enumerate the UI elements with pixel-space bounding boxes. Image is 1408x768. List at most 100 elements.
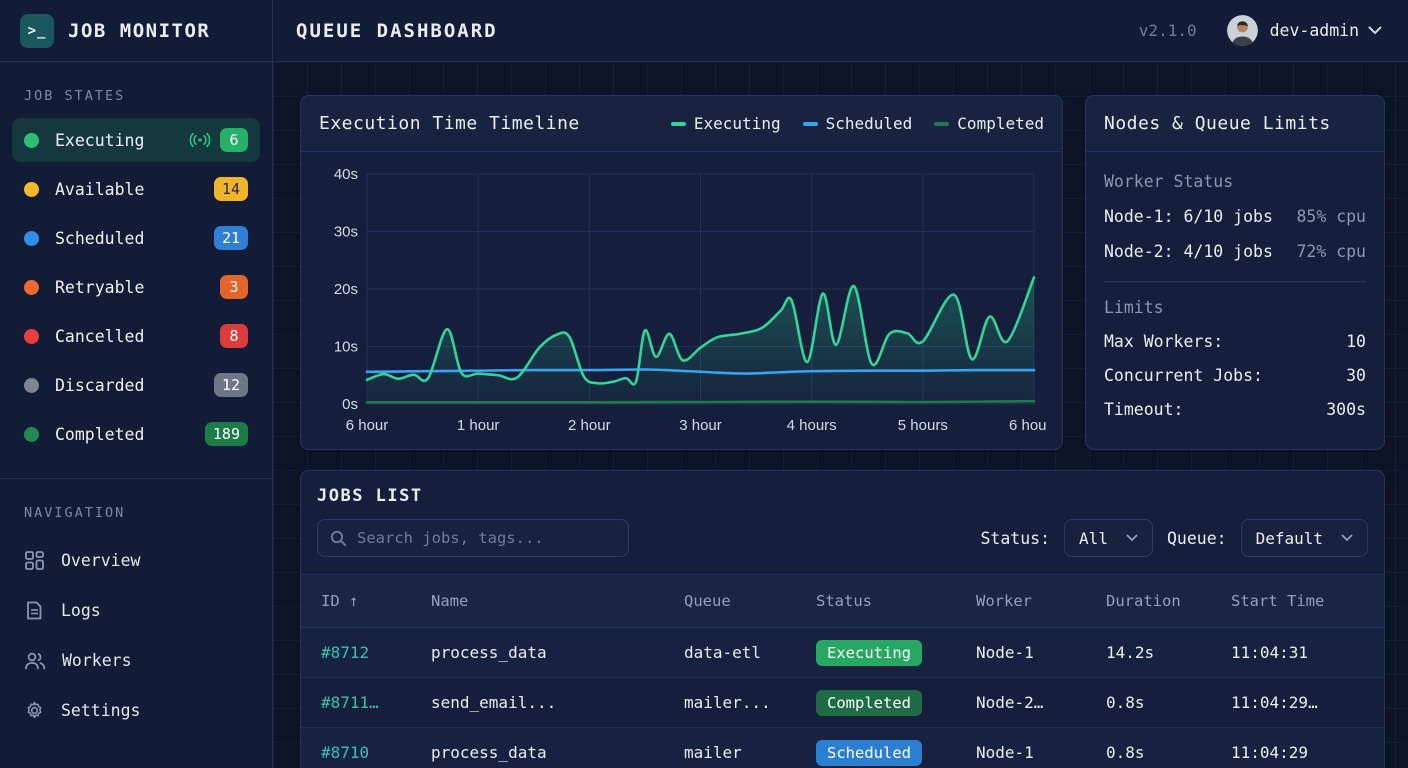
job-start-time: 11:04:31 — [1231, 643, 1309, 662]
sidebar-divider — [0, 478, 272, 479]
node-name: Node-2: — [1104, 242, 1174, 261]
job-queue: mailer... — [684, 693, 771, 712]
node-row-1: Node-1: 6/10 jobs 85% cpu — [1104, 207, 1366, 226]
column-header-name[interactable]: Name — [411, 592, 664, 610]
svg-text:1 hour: 1 hour — [457, 417, 500, 434]
status-dot — [24, 377, 39, 393]
svg-text:30s: 30s — [334, 224, 358, 241]
count-badge: 3 — [220, 275, 248, 299]
jobs-table-header: ID ↑ Name Queue Status Worker Duration S… — [301, 574, 1384, 628]
column-header-worker[interactable]: Worker — [956, 592, 1086, 610]
document-icon — [27, 601, 42, 619]
column-header-status[interactable]: Status — [796, 592, 956, 610]
live-broadcast-icon — [189, 133, 211, 147]
job-queue: data-etl — [684, 643, 762, 662]
job-id-link[interactable]: #8712 — [301, 643, 411, 662]
job-name: send_email... — [431, 693, 557, 712]
sidebar-item-overview[interactable]: Overview — [12, 535, 260, 585]
column-header-queue[interactable]: Queue — [664, 592, 796, 610]
sidebar-item-retryable[interactable]: Retryable 3 — [12, 265, 260, 309]
svg-text:6 hour: 6 hour — [346, 417, 389, 434]
svg-text:6 hours: 6 hours — [1009, 417, 1046, 434]
limit-row-max-workers: Max Workers: 10 — [1104, 332, 1366, 351]
job-name: process_data — [431, 643, 547, 662]
limit-row-timeout: Timeout: 300s — [1104, 400, 1366, 419]
status-dot — [24, 230, 39, 246]
sidebar: JOB STATES Executing 6 Available 14 Sche… — [0, 62, 273, 768]
limits-header: Limits — [1104, 298, 1164, 317]
count-badge: 14 — [213, 177, 248, 201]
table-row[interactable]: #8710 process_data mailer Scheduled Node… — [301, 728, 1384, 768]
limit-label: Timeout: — [1104, 400, 1184, 419]
status-dot — [24, 426, 39, 442]
status-dot — [24, 328, 39, 344]
state-label: Executing — [55, 130, 145, 150]
svg-text:20s: 20s — [334, 281, 358, 298]
table-row[interactable]: #8711… send_email... mailer... Completed… — [301, 678, 1384, 728]
svg-text:2 hour: 2 hour — [568, 417, 611, 434]
legend-item-completed: Completed — [934, 114, 1044, 133]
sidebar-item-completed[interactable]: Completed 189 — [12, 412, 260, 456]
queue-filter-select[interactable]: Default — [1240, 519, 1368, 557]
table-row[interactable]: #8712 process_data data-etl Executing No… — [301, 628, 1384, 678]
app-title: JOB MONITOR — [68, 19, 211, 42]
user-menu-label[interactable]: dev-admin — [1270, 21, 1359, 40]
avatar-image — [1226, 15, 1258, 46]
job-worker: Node-1 — [976, 643, 1034, 662]
terminal-logo-icon: >_ — [20, 13, 54, 48]
sidebar-item-available[interactable]: Available 14 — [12, 167, 260, 211]
nav-label: Settings — [61, 700, 141, 720]
state-label: Cancelled — [55, 326, 145, 346]
avatar[interactable] — [1226, 15, 1258, 46]
legend-label: Executing — [693, 114, 781, 133]
legend-label: Scheduled — [825, 114, 913, 133]
column-header-duration[interactable]: Duration — [1086, 592, 1211, 610]
state-label: Retryable — [55, 277, 145, 297]
chevron-down-icon[interactable] — [1368, 26, 1382, 35]
legend-swatch — [802, 121, 818, 126]
svg-text:4 hours: 4 hours — [787, 417, 837, 434]
nav-label: Workers — [62, 650, 132, 670]
chevron-down-icon — [1341, 534, 1353, 542]
count-badge: 8 — [220, 324, 248, 348]
job-id-link[interactable]: #8710 — [301, 743, 411, 762]
status-filter-value: All — [1079, 528, 1108, 548]
state-label: Discarded — [55, 375, 145, 395]
job-start-time: 11:04:29 — [1231, 743, 1309, 762]
sidebar-item-executing[interactable]: Executing 6 — [12, 118, 260, 162]
navigation-header: NAVIGATION — [24, 505, 126, 521]
limit-value: 30 — [1346, 366, 1366, 385]
node-cpu: 72% cpu — [1296, 242, 1366, 261]
legend-item-scheduled: Scheduled — [802, 114, 913, 133]
chevron-down-icon — [1126, 534, 1138, 542]
column-header-start-time[interactable]: Start Time — [1211, 592, 1384, 610]
status-badge: Scheduled — [816, 739, 922, 766]
timeline-title: Execution Time Timeline — [319, 113, 580, 134]
brand: >_ JOB MONITOR — [0, 0, 273, 61]
limit-value: 10 — [1346, 332, 1366, 351]
job-id-link[interactable]: #8711… — [301, 693, 411, 712]
state-label: Available — [55, 179, 145, 199]
legend-label: Completed — [957, 114, 1044, 133]
jobs-table: ID ↑ Name Queue Status Worker Duration S… — [301, 574, 1384, 768]
sidebar-item-scheduled[interactable]: Scheduled 21 — [12, 216, 260, 260]
svg-text:3 hour: 3 hour — [679, 417, 722, 434]
worker-status-header: Worker Status — [1104, 172, 1234, 191]
search-input[interactable] — [357, 529, 607, 547]
status-filter-select[interactable]: All — [1064, 519, 1153, 557]
column-header-id[interactable]: ID ↑ — [301, 592, 411, 610]
timeline-panel: Execution Time Timeline Executing Schedu… — [300, 95, 1063, 450]
sidebar-item-discarded[interactable]: Discarded 12 — [12, 363, 260, 407]
sidebar-item-cancelled[interactable]: Cancelled 8 — [12, 314, 260, 358]
search-icon — [330, 530, 347, 546]
status-dot — [24, 181, 39, 197]
search-box[interactable] — [317, 519, 629, 557]
node-name: Node-1: — [1104, 207, 1174, 226]
sidebar-item-workers[interactable]: Workers — [12, 635, 260, 685]
sidebar-item-logs[interactable]: Logs — [12, 585, 260, 635]
count-badge: 21 — [213, 226, 248, 250]
count-badge: 12 — [213, 373, 248, 397]
legend-item-executing: Executing — [670, 114, 781, 133]
sidebar-item-settings[interactable]: Settings — [12, 685, 260, 735]
job-states-header: JOB STATES — [24, 88, 126, 104]
